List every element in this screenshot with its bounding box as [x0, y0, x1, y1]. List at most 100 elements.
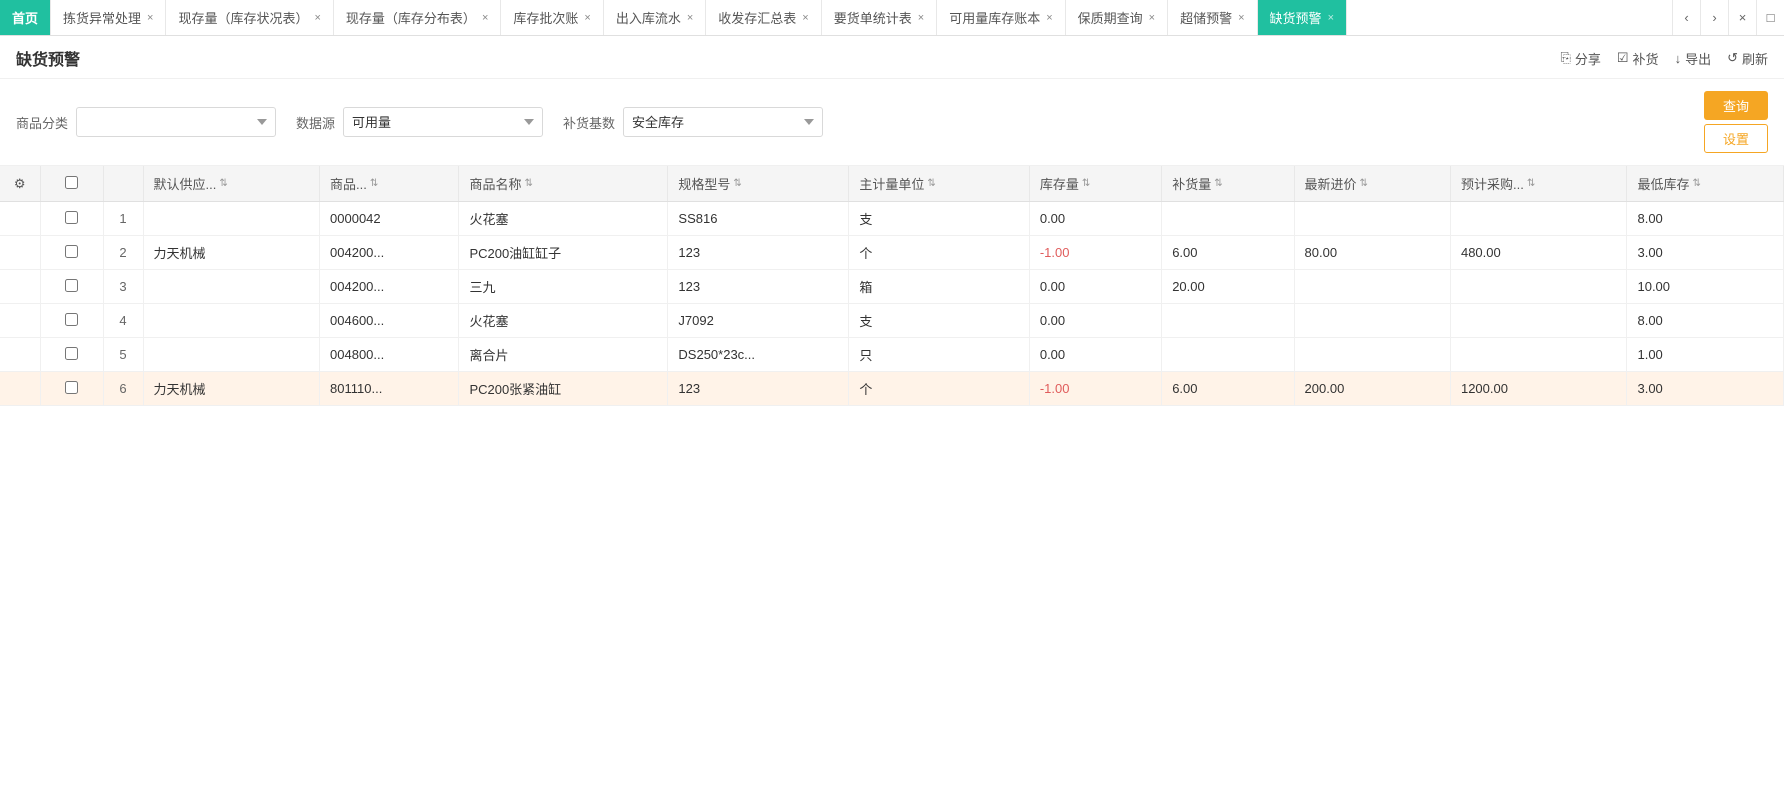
est-purchase-sort-icon: ⇅	[1527, 178, 1535, 189]
tab-overstock[interactable]: 超储预警×	[1168, 0, 1257, 36]
tab-label-receive-summary: 收发存汇总表	[718, 8, 796, 27]
replenish-basis-select[interactable]: 安全库存 最低库存	[623, 107, 823, 137]
tab-prev-button[interactable]: ‹	[1672, 0, 1700, 36]
tab-maximize-button[interactable]: □	[1756, 0, 1784, 36]
tab-inout-flow[interactable]: 出入库流水×	[604, 0, 706, 36]
row-checkbox-4[interactable]	[65, 347, 78, 360]
row-unit-2: 箱	[849, 270, 1030, 304]
tab-close-inout-flow[interactable]: ×	[687, 12, 693, 24]
tab-close-expiry[interactable]: ×	[1149, 12, 1155, 24]
tab-close-overstock[interactable]: ×	[1238, 12, 1244, 24]
row-min-stock-5: 3.00	[1627, 372, 1784, 406]
row-min-stock-3: 8.00	[1627, 304, 1784, 338]
latest-price-sort-icon: ⇅	[1360, 178, 1368, 189]
row-supplier-4	[143, 338, 320, 372]
row-latest-price-4	[1294, 338, 1450, 372]
row-checkbox-3[interactable]	[65, 313, 78, 326]
spec-sort-icon: ⇅	[733, 178, 741, 189]
column-header-unit[interactable]: 主计量单位⇅	[849, 166, 1030, 202]
row-checkbox-1[interactable]	[65, 245, 78, 258]
table-row[interactable]: 5004800...离合片DS250*23c...只0.001.00	[0, 338, 1784, 372]
tab-expiry[interactable]: 保质期查询×	[1066, 0, 1168, 36]
column-header-spec[interactable]: 规格型号⇅	[668, 166, 849, 202]
row-gear-4	[0, 338, 40, 372]
column-header-code[interactable]: 商品...⇅	[320, 166, 459, 202]
refresh-action[interactable]: ↺ 刷新	[1727, 49, 1768, 68]
column-header-checkbox[interactable]	[40, 166, 103, 202]
tab-close-inventory-status[interactable]: ×	[314, 12, 320, 24]
tab-requisition[interactable]: 要货单统计表 ×	[822, 0, 937, 36]
tab-shortage[interactable]: 缺货预警×	[1258, 0, 1347, 36]
settings-button[interactable]: 设置	[1704, 124, 1768, 153]
row-min-stock-2: 10.00	[1627, 270, 1784, 304]
share-icon: ⎘	[1560, 50, 1570, 66]
tab-receive-summary[interactable]: 收发存汇总表 ×	[706, 0, 821, 36]
tab-next-button[interactable]: ›	[1700, 0, 1728, 36]
datasource-label: 数据源	[296, 113, 335, 132]
column-header-replenish[interactable]: 补货量⇅	[1162, 166, 1294, 202]
table-row[interactable]: 2力天机械004200...PC200油缸缸子123个-1.006.0080.0…	[0, 236, 1784, 270]
datasource-select[interactable]: 可用量 库存量	[343, 107, 543, 137]
column-header-supplier[interactable]: 默认供应...⇅	[143, 166, 320, 202]
row-spec-2: 123	[668, 270, 849, 304]
tab-close-receive-summary[interactable]: ×	[802, 12, 808, 24]
row-unit-5: 个	[849, 372, 1030, 406]
row-unit-0: 支	[849, 202, 1030, 236]
row-code-0: 0000042	[320, 202, 459, 236]
tab-label-requisition: 要货单统计表	[834, 8, 912, 27]
query-button[interactable]: 查询	[1704, 91, 1768, 120]
table-row[interactable]: 6力天机械801110...PC200张紧油缸123个-1.006.00200.…	[0, 372, 1784, 406]
row-checkbox-0[interactable]	[65, 211, 78, 224]
tab-label-exception: 拣货异常处理	[63, 8, 141, 27]
row-replenish-5: 6.00	[1162, 372, 1294, 406]
row-checkbox-5[interactable]	[65, 381, 78, 394]
tab-inventory-dist[interactable]: 现存量（库存分布表） ×	[334, 0, 501, 36]
select-all-checkbox[interactable]	[65, 176, 78, 189]
row-replenish-0	[1162, 202, 1294, 236]
tab-label-inventory-status: 现存量（库存状况表）	[178, 8, 308, 27]
replenish-label: 补货	[1633, 49, 1659, 68]
row-est-purchase-1: 480.00	[1450, 236, 1627, 270]
tab-close-available-ledger[interactable]: ×	[1046, 12, 1052, 24]
row-replenish-2: 20.00	[1162, 270, 1294, 304]
tab-close-batch[interactable]: ×	[584, 12, 590, 24]
export-action[interactable]: ↓ 导出	[1675, 49, 1712, 68]
tab-close-shortage[interactable]: ×	[1328, 12, 1334, 24]
column-header-stock[interactable]: 库存量⇅	[1029, 166, 1161, 202]
table-row[interactable]: 3004200...三九123箱0.0020.0010.00	[0, 270, 1784, 304]
row-num-3: 4	[103, 304, 143, 338]
row-checkbox-cell-1	[40, 236, 103, 270]
tab-inventory-status[interactable]: 现存量（库存状况表） ×	[166, 0, 333, 36]
replenish-action[interactable]: ☑ 补货	[1617, 49, 1659, 68]
category-select[interactable]	[76, 107, 276, 137]
data-table: ⚙ 默认供应...⇅ 商品...⇅ 商品名称⇅ 规格型号⇅ 主计量单位⇅ 库存量…	[0, 166, 1784, 406]
name-sort-icon: ⇅	[524, 178, 532, 189]
row-gear-1	[0, 236, 40, 270]
column-header-est-purchase[interactable]: 预计采购...⇅	[1450, 166, 1627, 202]
column-header-gear[interactable]: ⚙	[0, 166, 40, 202]
tab-home[interactable]: 首页	[0, 0, 51, 36]
tab-available-ledger[interactable]: 可用量库存账本×	[937, 0, 1065, 36]
tab-close-all-button[interactable]: ×	[1728, 0, 1756, 36]
tab-batch[interactable]: 库存批次账×	[501, 0, 603, 36]
tab-bar: 首页拣货异常处理×现存量（库存状况表）×现存量（库存分布表）×库存批次账×出入库…	[0, 0, 1784, 36]
export-icon: ↓	[1675, 51, 1682, 66]
row-checkbox-2[interactable]	[65, 279, 78, 292]
unit-col-label: 主计量单位	[859, 174, 924, 193]
tab-close-requisition[interactable]: ×	[918, 12, 924, 24]
table-row[interactable]: 10000042火花塞SS816支0.008.00	[0, 202, 1784, 236]
column-header-min-stock[interactable]: 最低库存⇅	[1627, 166, 1784, 202]
tab-close-inventory-dist[interactable]: ×	[482, 12, 488, 24]
table-row[interactable]: 4004600...火花塞J7092支0.008.00	[0, 304, 1784, 338]
row-stock-5: -1.00	[1029, 372, 1161, 406]
tab-exception[interactable]: 拣货异常处理 ×	[51, 0, 166, 36]
tab-close-exception[interactable]: ×	[147, 12, 153, 24]
column-header-name[interactable]: 商品名称⇅	[459, 166, 668, 202]
row-gear-0	[0, 202, 40, 236]
share-action[interactable]: ⎘ 分享	[1560, 49, 1600, 68]
row-est-purchase-2	[1450, 270, 1627, 304]
column-header-latest-price[interactable]: 最新进价⇅	[1294, 166, 1450, 202]
replenish-icon: ☑	[1617, 50, 1629, 66]
row-unit-1: 个	[849, 236, 1030, 270]
tab-label-inventory-dist: 现存量（库存分布表）	[346, 8, 476, 27]
